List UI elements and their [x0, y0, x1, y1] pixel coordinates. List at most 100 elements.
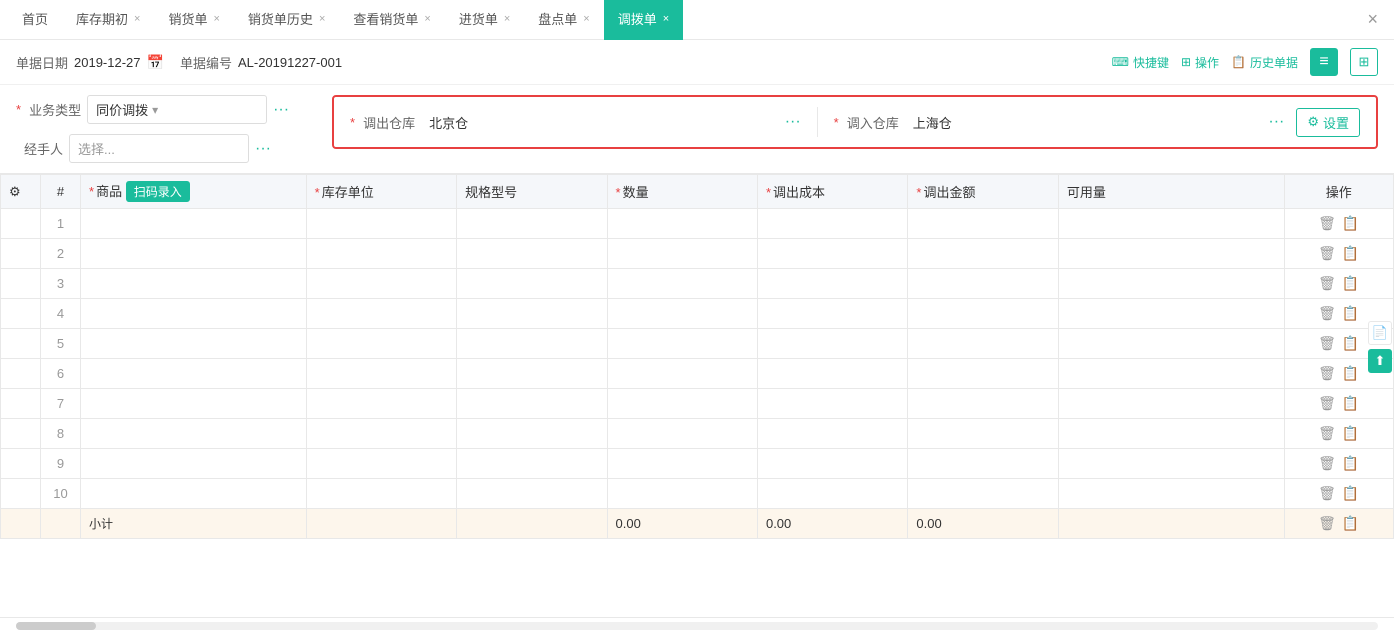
- row-product-cell[interactable]: [81, 419, 307, 449]
- delete-row-icon[interactable]: 🗑: [1318, 275, 1336, 292]
- row-spec-cell[interactable]: [457, 209, 607, 239]
- tab-inventory-init[interactable]: 库存期初 ×: [62, 0, 154, 40]
- row-amount-cell[interactable]: [908, 269, 1058, 299]
- copy-row-icon[interactable]: 📋: [1342, 455, 1359, 472]
- row-amount-cell[interactable]: [908, 419, 1058, 449]
- row-available-cell[interactable]: [1058, 449, 1284, 479]
- layout-grid-btn[interactable]: ⊞: [1350, 48, 1378, 76]
- tab-close-transfer[interactable]: ×: [663, 13, 669, 25]
- row-amount-cell[interactable]: [908, 479, 1058, 509]
- shortcuts-btn[interactable]: ⌨ 快捷键: [1112, 54, 1169, 71]
- tab-close-inventory-init[interactable]: ×: [134, 13, 140, 25]
- row-amount-cell[interactable]: [908, 239, 1058, 269]
- row-unit-cell[interactable]: [306, 269, 456, 299]
- row-spec-cell[interactable]: [457, 239, 607, 269]
- copy-row-icon[interactable]: 📋: [1342, 215, 1359, 232]
- row-spec-cell[interactable]: [457, 299, 607, 329]
- layout-list-btn[interactable]: ≡: [1310, 48, 1338, 76]
- row-spec-cell[interactable]: [457, 269, 607, 299]
- row-qty-cell[interactable]: [607, 299, 757, 329]
- row-spec-cell[interactable]: [457, 329, 607, 359]
- row-amount-cell[interactable]: [908, 329, 1058, 359]
- copy-row-icon[interactable]: 📋: [1342, 395, 1359, 412]
- tab-close-view-sales[interactable]: ×: [424, 13, 430, 25]
- copy-row-icon[interactable]: 📋: [1342, 365, 1359, 382]
- row-product-cell[interactable]: [81, 329, 307, 359]
- copy-row-icon[interactable]: 📋: [1342, 425, 1359, 442]
- row-unit-cell[interactable]: [306, 239, 456, 269]
- copy-row-icon[interactable]: 📋: [1342, 245, 1359, 262]
- copy-row-icon[interactable]: 📋: [1342, 335, 1359, 352]
- row-qty-cell[interactable]: [607, 419, 757, 449]
- row-cost-cell[interactable]: [757, 479, 907, 509]
- row-available-cell[interactable]: [1058, 209, 1284, 239]
- handler-select[interactable]: 选择...: [69, 134, 249, 163]
- row-qty-cell[interactable]: [607, 269, 757, 299]
- window-close-button[interactable]: ×: [1359, 9, 1386, 30]
- history-btn[interactable]: 📋 历史单据: [1231, 54, 1298, 71]
- row-available-cell[interactable]: [1058, 419, 1284, 449]
- settings-button[interactable]: ⚙ 设置: [1296, 108, 1360, 137]
- row-qty-cell[interactable]: [607, 449, 757, 479]
- row-amount-cell[interactable]: [908, 209, 1058, 239]
- tab-home[interactable]: 首页: [8, 0, 62, 40]
- calendar-icon[interactable]: 📅: [147, 54, 164, 71]
- row-available-cell[interactable]: [1058, 269, 1284, 299]
- row-spec-cell[interactable]: [457, 479, 607, 509]
- row-available-cell[interactable]: [1058, 389, 1284, 419]
- row-unit-cell[interactable]: [306, 209, 456, 239]
- row-cost-cell[interactable]: [757, 299, 907, 329]
- row-spec-cell[interactable]: [457, 389, 607, 419]
- delete-row-icon[interactable]: 🗑: [1318, 215, 1336, 232]
- row-spec-cell[interactable]: [457, 449, 607, 479]
- row-qty-cell[interactable]: [607, 389, 757, 419]
- sidebar-export-icon[interactable]: ⬆: [1368, 349, 1392, 373]
- row-available-cell[interactable]: [1058, 239, 1284, 269]
- tab-close-stocktake[interactable]: ×: [583, 13, 589, 25]
- delete-row-icon[interactable]: 🗑: [1318, 395, 1336, 412]
- row-product-cell[interactable]: [81, 269, 307, 299]
- copy-row-icon[interactable]: 📋: [1342, 275, 1359, 292]
- row-product-cell[interactable]: [81, 359, 307, 389]
- row-product-cell[interactable]: [81, 209, 307, 239]
- tab-stocktake[interactable]: 盘点单 ×: [524, 0, 603, 40]
- sidebar-document-icon[interactable]: 📄: [1368, 321, 1392, 345]
- row-cost-cell[interactable]: [757, 449, 907, 479]
- copy-row-icon[interactable]: 📋: [1342, 485, 1359, 502]
- horizontal-scrollbar[interactable]: [16, 622, 1378, 630]
- transfer-out-more-btn[interactable]: ···: [785, 113, 801, 131]
- delete-row-icon[interactable]: 🗑: [1318, 425, 1336, 442]
- tab-sales-history[interactable]: 销货单历史 ×: [234, 0, 339, 40]
- row-cost-cell[interactable]: [757, 329, 907, 359]
- tab-close-sales-order[interactable]: ×: [213, 13, 219, 25]
- row-product-cell[interactable]: [81, 299, 307, 329]
- row-qty-cell[interactable]: [607, 209, 757, 239]
- row-spec-cell[interactable]: [457, 359, 607, 389]
- tab-purchase[interactable]: 进货单 ×: [445, 0, 524, 40]
- row-cost-cell[interactable]: [757, 209, 907, 239]
- row-product-cell[interactable]: [81, 449, 307, 479]
- handler-more-btn[interactable]: ···: [255, 140, 271, 158]
- delete-row-icon[interactable]: 🗑: [1318, 455, 1336, 472]
- transfer-in-more-btn[interactable]: ···: [1268, 113, 1284, 131]
- row-amount-cell[interactable]: [908, 449, 1058, 479]
- tab-view-sales[interactable]: 查看销货单 ×: [339, 0, 444, 40]
- tab-transfer[interactable]: 调拨单 ×: [604, 0, 683, 40]
- tab-sales-order[interactable]: 销货单 ×: [154, 0, 233, 40]
- scrollbar-thumb[interactable]: [16, 622, 96, 630]
- row-unit-cell[interactable]: [306, 419, 456, 449]
- table-gear-icon[interactable]: ⚙: [9, 184, 21, 199]
- row-unit-cell[interactable]: [306, 389, 456, 419]
- row-qty-cell[interactable]: [607, 239, 757, 269]
- tab-close-sales-history[interactable]: ×: [319, 13, 325, 25]
- delete-row-icon[interactable]: 🗑: [1318, 365, 1336, 382]
- row-product-cell[interactable]: [81, 389, 307, 419]
- row-amount-cell[interactable]: [908, 359, 1058, 389]
- row-cost-cell[interactable]: [757, 419, 907, 449]
- row-qty-cell[interactable]: [607, 359, 757, 389]
- row-unit-cell[interactable]: [306, 329, 456, 359]
- row-cost-cell[interactable]: [757, 269, 907, 299]
- row-unit-cell[interactable]: [306, 449, 456, 479]
- row-cost-cell[interactable]: [757, 389, 907, 419]
- delete-row-icon[interactable]: 🗑: [1318, 305, 1336, 322]
